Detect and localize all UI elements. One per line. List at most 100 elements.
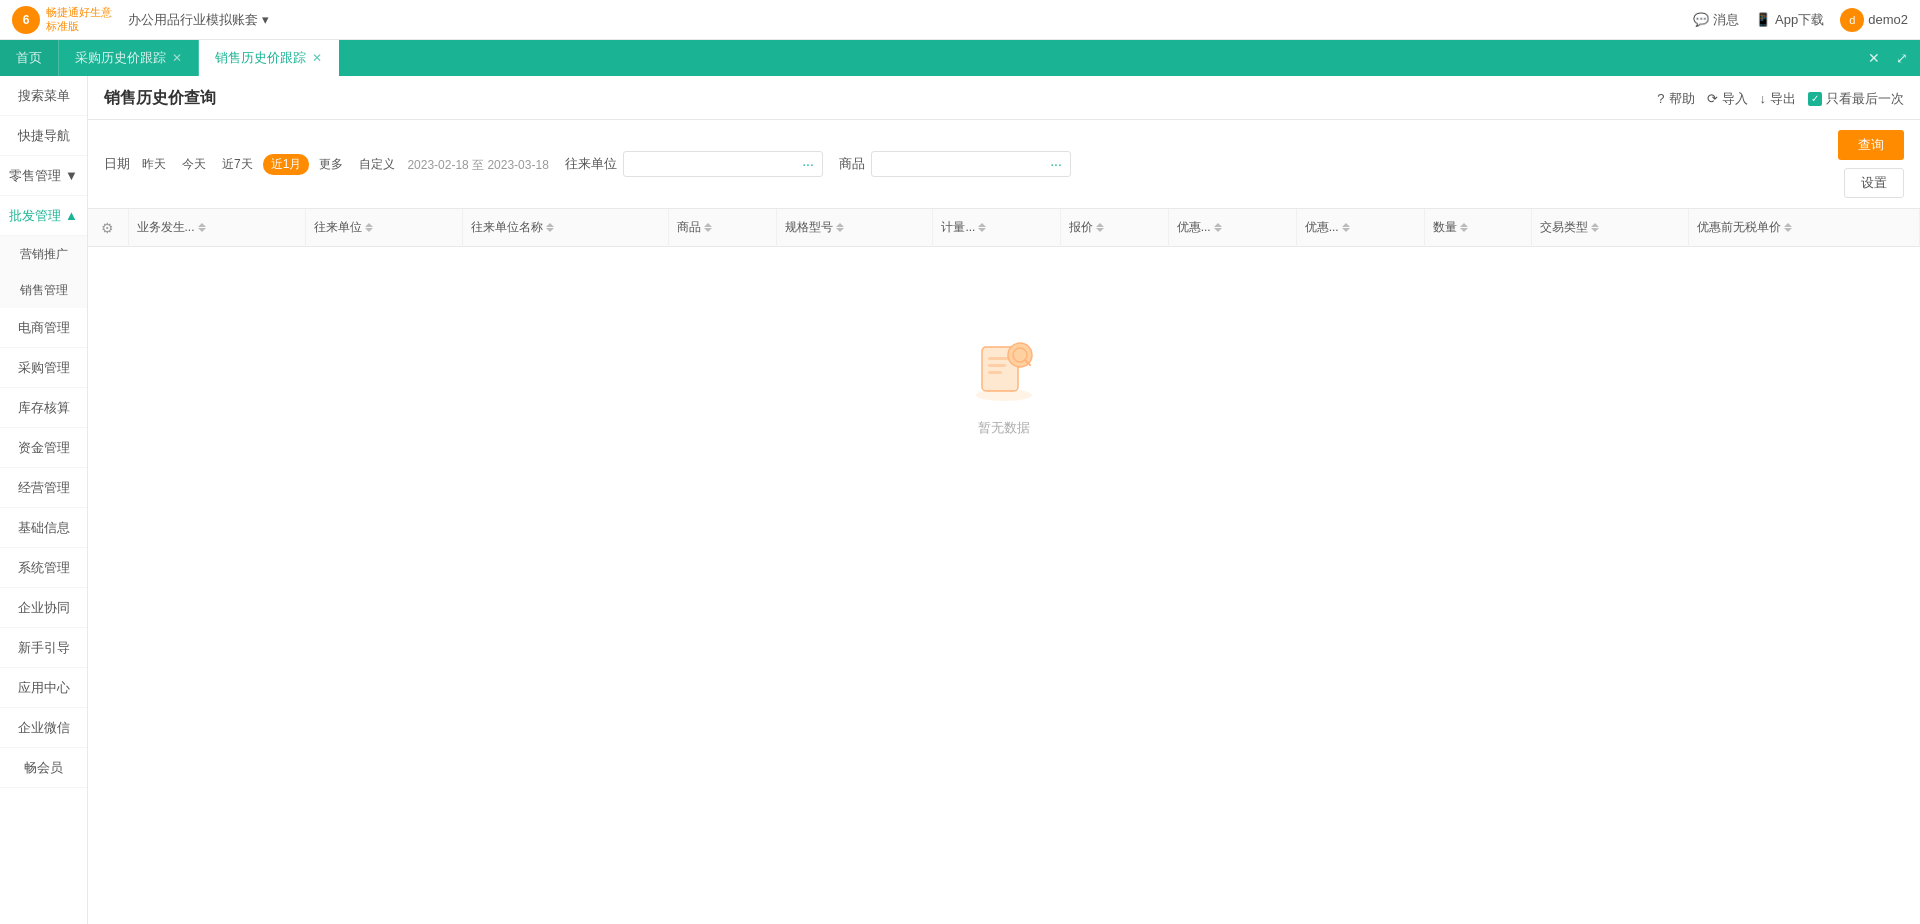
sort-down-icon — [1096, 228, 1104, 232]
only-last-checkbox[interactable]: ✓ 只看最后一次 — [1808, 90, 1904, 108]
avatar: d — [1840, 8, 1864, 32]
date-btn-today[interactable]: 今天 — [176, 154, 212, 175]
table-col-settings[interactable]: ⚙ — [88, 209, 128, 247]
table-col-discount1[interactable]: 优惠... — [1168, 209, 1296, 247]
date-btn-1month[interactable]: 近1月 — [263, 154, 310, 175]
tabbar-actions: ✕ ⤢ — [1864, 46, 1920, 70]
table-col-partner-code[interactable]: 往来单位 — [306, 209, 463, 247]
table-col-spec[interactable]: 规格型号 — [776, 209, 933, 247]
sort-down-icon — [365, 228, 373, 232]
user-menu[interactable]: d demo2 — [1840, 8, 1908, 32]
sort-down-icon — [1784, 228, 1792, 232]
date-range: 2023-02-18 至 2023-03-18 — [407, 157, 548, 174]
query-button[interactable]: 查询 — [1838, 130, 1904, 160]
filter-row: 日期 昨天 今天 近7天 近1月 更多 自定义 2023-02-18 至 202… — [104, 130, 1904, 198]
table-col-biz-date[interactable]: 业务发生... — [128, 209, 306, 247]
table-col-qty[interactable]: 数量 — [1424, 209, 1531, 247]
sidebar-item-sales-mgmt[interactable]: 销售管理 — [0, 272, 87, 308]
tab-home[interactable]: 首页 — [0, 40, 59, 76]
partner-dots-icon[interactable]: ··· — [802, 156, 814, 172]
svg-rect-2 — [988, 357, 1010, 360]
sidebar-item-member[interactable]: 畅会员 — [0, 748, 87, 788]
sort-down-icon — [1591, 228, 1599, 232]
table-container: ⚙ 业务发生... — [88, 209, 1920, 924]
help-button[interactable]: ? 帮助 — [1657, 90, 1694, 108]
table-col-quote[interactable]: 报价 — [1061, 209, 1168, 247]
sidebar-item-inventory[interactable]: 库存核算 — [0, 388, 87, 428]
sort-down-icon — [836, 228, 844, 232]
sort-up-icon — [1460, 223, 1468, 227]
table-col-unit[interactable]: 计量... — [933, 209, 1061, 247]
partner-filter-group: 往来单位 ··· — [565, 151, 823, 177]
sidebar-item-ecommerce[interactable]: 电商管理 — [0, 308, 87, 348]
sort-down-icon — [1214, 228, 1222, 232]
sidebar-item-search[interactable]: 搜索菜单 — [0, 76, 87, 116]
main-layout: 搜索菜单 快捷导航 零售管理 ▼ 批发管理 ▲ 营销推广 销售管理 电商管理 采… — [0, 76, 1920, 924]
partner-input[interactable]: ··· — [623, 151, 823, 177]
tab-sales[interactable]: 销售历史价跟踪 ✕ — [199, 40, 339, 76]
sidebar-item-wechat[interactable]: 企业微信 — [0, 708, 87, 748]
page-actions: ? 帮助 ⟳ 导入 ↓ 导出 ✓ 只看最后一次 — [1657, 90, 1904, 108]
table-col-pre-tax[interactable]: 优惠前无税单价 — [1688, 209, 1919, 247]
date-btn-7days[interactable]: 近7天 — [216, 154, 259, 175]
date-filter-group: 日期 昨天 今天 近7天 近1月 更多 自定义 2023-02-18 至 202… — [104, 154, 549, 175]
sort-down-icon — [704, 228, 712, 232]
date-btn-custom[interactable]: 自定义 — [353, 154, 401, 175]
sidebar-item-quick[interactable]: 快捷导航 — [0, 116, 87, 156]
sort-down-icon — [978, 228, 986, 232]
product-input[interactable]: ··· — [871, 151, 1071, 177]
svg-rect-3 — [988, 364, 1006, 367]
table-col-discount2[interactable]: 优惠... — [1296, 209, 1424, 247]
sidebar-item-retail[interactable]: 零售管理 ▼ — [0, 156, 87, 196]
settings-icon[interactable]: ⚙ — [101, 220, 114, 236]
tab-purchase-close[interactable]: ✕ — [172, 51, 182, 65]
sort-up-icon — [1784, 223, 1792, 227]
sort-arrows — [365, 223, 373, 232]
empty-state: 暂无数据 — [88, 247, 1920, 517]
export-button[interactable]: ↓ 导出 — [1760, 90, 1797, 108]
import-button[interactable]: ⟳ 导入 — [1707, 90, 1748, 108]
sort-arrows — [1591, 223, 1599, 232]
date-btn-yesterday[interactable]: 昨天 — [136, 154, 172, 175]
product-dots-icon[interactable]: ··· — [1050, 156, 1062, 172]
sidebar-item-basic-info[interactable]: 基础信息 — [0, 508, 87, 548]
sort-arrows — [1342, 223, 1350, 232]
export-icon: ↓ — [1760, 91, 1767, 106]
sort-arrows — [1784, 223, 1792, 232]
sidebar-item-guide[interactable]: 新手引导 — [0, 628, 87, 668]
sidebar-item-wholesale[interactable]: 批发管理 ▲ — [0, 196, 87, 236]
empty-illustration — [964, 327, 1044, 407]
setting-button[interactable]: 设置 — [1844, 168, 1904, 198]
sort-down-icon — [1460, 228, 1468, 232]
sidebar-item-marketing[interactable]: 营销推广 — [0, 236, 87, 272]
sort-up-icon — [1342, 223, 1350, 227]
topbar-right: 💬 消息 📱 App下载 d demo2 — [1693, 8, 1908, 32]
sidebar-item-enterprise[interactable]: 企业协同 — [0, 588, 87, 628]
sidebar-item-finance[interactable]: 资金管理 — [0, 428, 87, 468]
table-col-trade-type[interactable]: 交易类型 — [1531, 209, 1688, 247]
data-table: ⚙ 业务发生... — [88, 209, 1920, 517]
app-download-button[interactable]: 📱 App下载 — [1755, 11, 1824, 29]
sort-down-icon — [198, 228, 206, 232]
chevron-down-icon: ▼ — [65, 168, 78, 183]
sidebar-item-app-center[interactable]: 应用中心 — [0, 668, 87, 708]
tab-purchase[interactable]: 采购历史价跟踪 ✕ — [59, 40, 199, 76]
table-col-partner-name[interactable]: 往来单位名称 — [462, 209, 668, 247]
page-title-row: 销售历史价查询 ? 帮助 ⟳ 导入 ↓ 导出 ✓ — [104, 88, 1904, 109]
sidebar-item-system[interactable]: 系统管理 — [0, 548, 87, 588]
sidebar: 搜索菜单 快捷导航 零售管理 ▼ 批发管理 ▲ 营销推广 销售管理 电商管理 采… — [0, 76, 88, 924]
page-header: 销售历史价查询 ? 帮助 ⟳ 导入 ↓ 导出 ✓ — [88, 76, 1920, 120]
sort-down-icon — [546, 228, 554, 232]
import-icon: ⟳ — [1707, 91, 1718, 106]
sidebar-item-operations[interactable]: 经营管理 — [0, 468, 87, 508]
table-col-product[interactable]: 商品 — [669, 209, 776, 247]
date-btn-more[interactable]: 更多 — [313, 154, 349, 175]
sort-up-icon — [365, 223, 373, 227]
tab-close-all-button[interactable]: ✕ — [1864, 46, 1884, 70]
tab-sales-close[interactable]: ✕ — [312, 51, 322, 65]
product-filter-group: 商品 ··· — [839, 151, 1071, 177]
app-selector[interactable]: 办公用品行业模拟账套 ▾ — [120, 7, 277, 33]
sidebar-item-purchase[interactable]: 采购管理 — [0, 348, 87, 388]
message-button[interactable]: 💬 消息 — [1693, 11, 1739, 29]
tab-expand-button[interactable]: ⤢ — [1892, 46, 1912, 70]
